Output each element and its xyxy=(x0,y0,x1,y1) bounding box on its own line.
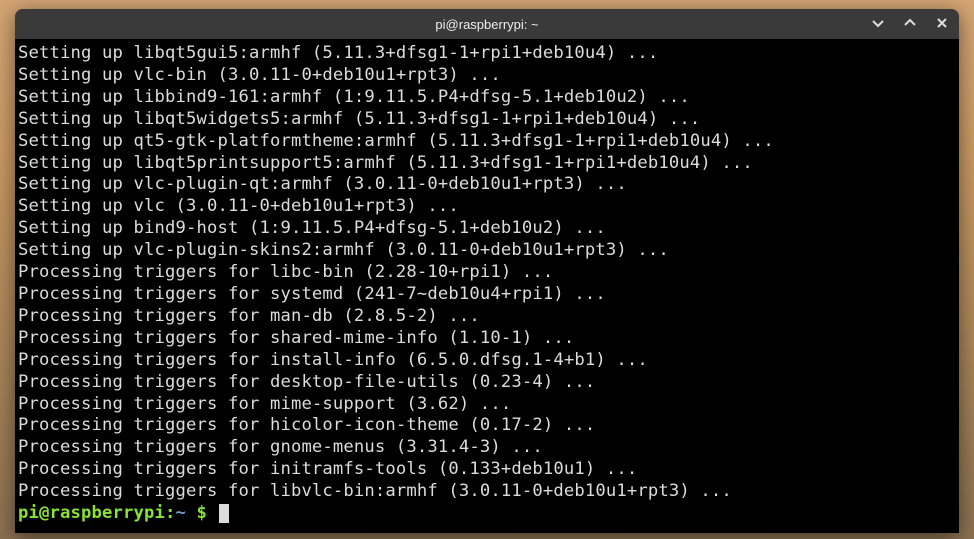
minimize-icon[interactable] xyxy=(869,16,887,32)
prompt-separator: : xyxy=(165,503,176,525)
terminal-line: Processing triggers for shared-mime-info… xyxy=(18,328,956,350)
prompt-user-host: pi@raspberrypi xyxy=(18,503,165,525)
terminal-line: Processing triggers for initramfs-tools … xyxy=(18,459,956,481)
terminal-line: Setting up libqt5printsupport5:armhf (5.… xyxy=(18,153,956,175)
terminal-line: Processing triggers for systemd (241-7~d… xyxy=(18,284,956,306)
terminal-line: Processing triggers for desktop-file-uti… xyxy=(18,372,956,394)
terminal-line: Setting up libqt5widgets5:armhf (5.11.3+… xyxy=(18,109,956,131)
terminal-line: Setting up vlc (3.0.11-0+deb10u1+rpt3) .… xyxy=(18,196,956,218)
terminal-line: Processing triggers for install-info (6.… xyxy=(18,350,956,372)
terminal-line: Setting up qt5-gtk-platformtheme:armhf (… xyxy=(18,131,956,153)
terminal-line: Processing triggers for libc-bin (2.28-1… xyxy=(18,262,956,284)
terminal-line: Setting up libbind9-161:armhf (1:9.11.5.… xyxy=(18,87,956,109)
window-controls xyxy=(869,9,951,39)
terminal-line: Setting up vlc-plugin-skins2:armhf (3.0.… xyxy=(18,240,956,262)
terminal-line: Setting up bind9-host (1:9.11.5.P4+dfsg-… xyxy=(18,218,956,240)
titlebar[interactable]: pi@raspberrypi: ~ xyxy=(15,9,959,39)
terminal-window: pi@raspberrypi: ~ Setting up libqt5gui5:… xyxy=(15,9,959,533)
terminal-line: Processing triggers for gnome-menus (3.3… xyxy=(18,437,956,459)
terminal-line: Setting up vlc-plugin-qt:armhf (3.0.11-0… xyxy=(18,174,956,196)
terminal-line: Setting up libqt5gui5:armhf (5.11.3+dfsg… xyxy=(18,43,956,65)
cursor xyxy=(219,504,229,523)
terminal-body[interactable]: Setting up libqt5gui5:armhf (5.11.3+dfsg… xyxy=(15,39,959,533)
prompt-path: ~ xyxy=(175,503,196,525)
window-title: pi@raspberrypi: ~ xyxy=(435,17,538,32)
close-icon[interactable] xyxy=(933,16,951,32)
terminal-line: Setting up vlc-bin (3.0.11-0+deb10u1+rpt… xyxy=(18,65,956,87)
prompt-symbol: $ xyxy=(196,503,217,525)
terminal-line: Processing triggers for hicolor-icon-the… xyxy=(18,415,956,437)
prompt-line: pi@raspberrypi:~ $ xyxy=(18,503,956,525)
maximize-icon[interactable] xyxy=(901,16,919,32)
terminal-output: Setting up libqt5gui5:armhf (5.11.3+dfsg… xyxy=(18,43,956,503)
terminal-line: Processing triggers for mime-support (3.… xyxy=(18,394,956,416)
terminal-line: Processing triggers for libvlc-bin:armhf… xyxy=(18,481,956,503)
terminal-line: Processing triggers for man-db (2.8.5-2)… xyxy=(18,306,956,328)
